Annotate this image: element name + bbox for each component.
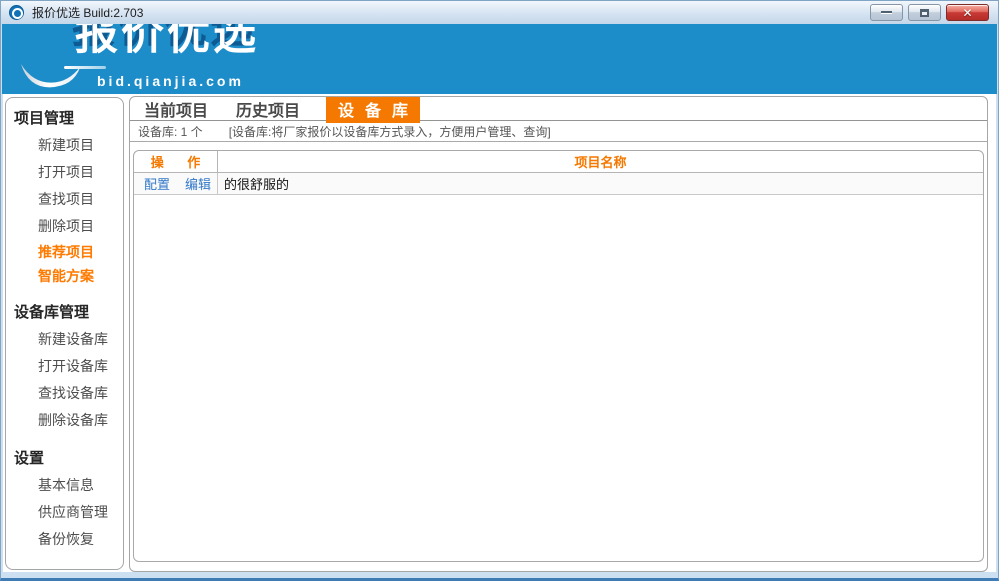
library-note: [设备库:将厂家报价以设备库方式录入，方便用户管理、查询] <box>228 124 551 139</box>
library-count: 设备库: 1 个 <box>138 124 203 139</box>
maximize-icon <box>920 8 929 17</box>
sidebar-item-open-project[interactable]: 打开项目 <box>6 159 123 186</box>
configure-link[interactable]: 配置 <box>144 174 170 193</box>
sidebar-item-open-library[interactable]: 打开设备库 <box>6 353 123 380</box>
sidebar-item-recommended-project[interactable]: 推荐项目 <box>6 240 123 264</box>
main-panel: 当前项目 历史项目 设备库 设备库: 1 个 [设备库:将厂家报价以设备库方式录… <box>129 96 988 572</box>
tab-equipment-library[interactable]: 设备库 <box>326 97 421 123</box>
content-area: 项目管理 新建项目 打开项目 查找项目 删除项目 推荐项目 智能方案 设备库管理… <box>3 94 996 572</box>
maximize-button[interactable] <box>908 4 941 21</box>
window-title: 报价优选 Build:2.703 <box>32 6 144 20</box>
brand-header: 报价优选 报价优选 bid.qianjia.com <box>2 24 997 94</box>
minimize-icon <box>881 11 892 14</box>
column-header-actions: 操 作 <box>134 151 218 172</box>
sidebar-item-basic-info[interactable]: 基本信息 <box>6 472 123 499</box>
brand-domain: bid.qianjia.com <box>97 73 244 89</box>
close-button[interactable]: ✕ <box>946 4 989 21</box>
sidebar-section-title: 项目管理 <box>14 110 75 127</box>
sidebar-item-supplier-management[interactable]: 供应商管理 <box>6 499 123 526</box>
sidebar-item-delete-project[interactable]: 删除项目 <box>6 213 123 240</box>
table-header-row: 操 作 项目名称 <box>134 151 983 173</box>
sidebar-section-title: 帮助 <box>6 562 123 569</box>
sidebar-item-find-library[interactable]: 查找设备库 <box>6 380 123 407</box>
sidebar-section-project: 项目管理 新建项目 打开项目 查找项目 删除项目 推荐项目 智能方案 <box>6 103 123 288</box>
window-controls: ✕ <box>870 4 998 21</box>
sidebar-section-title: 设备库管理 <box>14 304 90 321</box>
sidebar-item-new-project[interactable]: 新建项目 <box>6 132 123 159</box>
sidebar-section-settings: 设置 基本信息 供应商管理 备份恢复 <box>6 443 123 553</box>
app-window: 报价优选 Build:2.703 ✕ 报价优选 报价优选 bid.qianjia… <box>0 0 999 581</box>
sidebar-item-new-library[interactable]: 新建设备库 <box>6 326 123 353</box>
sidebar-item-backup-restore[interactable]: 备份恢复 <box>6 526 123 553</box>
sidebar-item-find-project[interactable]: 查找项目 <box>6 186 123 213</box>
brand-logo-text: 报价优选 <box>75 24 259 59</box>
project-name-cell: 的很舒服的 <box>224 177 290 192</box>
titlebar: 报价优选 Build:2.703 ✕ <box>1 1 998 24</box>
edit-link[interactable]: 编辑 <box>185 174 211 193</box>
sidebar-section-equipment: 设备库管理 新建设备库 打开设备库 查找设备库 删除设备库 <box>6 297 123 434</box>
library-table: 操 作 项目名称 配置 编辑 的很舒服的 <box>133 150 984 562</box>
sidebar-item-delete-library[interactable]: 删除设备库 <box>6 407 123 434</box>
tab-current-projects[interactable]: 当前项目 <box>144 97 208 121</box>
table-row: 配置 编辑 的很舒服的 <box>134 173 983 195</box>
sidebar: 项目管理 新建项目 打开项目 查找项目 删除项目 推荐项目 智能方案 设备库管理… <box>5 97 124 570</box>
sidebar-item-smart-plan[interactable]: 智能方案 <box>6 264 123 288</box>
column-header-project-name: 项目名称 <box>574 155 627 170</box>
minimize-button[interactable] <box>870 4 903 21</box>
sidebar-section-help: 帮助 帮助文档 产品论坛 退出系统 <box>6 562 123 569</box>
sidebar-section-title: 设置 <box>14 450 45 467</box>
brand-swoosh-icon <box>21 64 81 88</box>
brand-underline-decoration <box>64 66 106 69</box>
tab-bar: 当前项目 历史项目 设备库 <box>130 97 987 123</box>
tab-history-projects[interactable]: 历史项目 <box>236 97 300 121</box>
app-logo-icon <box>9 5 24 20</box>
close-icon: ✕ <box>962 5 973 20</box>
row-actions-cell: 配置 编辑 <box>134 173 218 194</box>
info-bar: 设备库: 1 个 [设备库:将厂家报价以设备库方式录入，方便用户管理、查询] <box>130 121 987 142</box>
